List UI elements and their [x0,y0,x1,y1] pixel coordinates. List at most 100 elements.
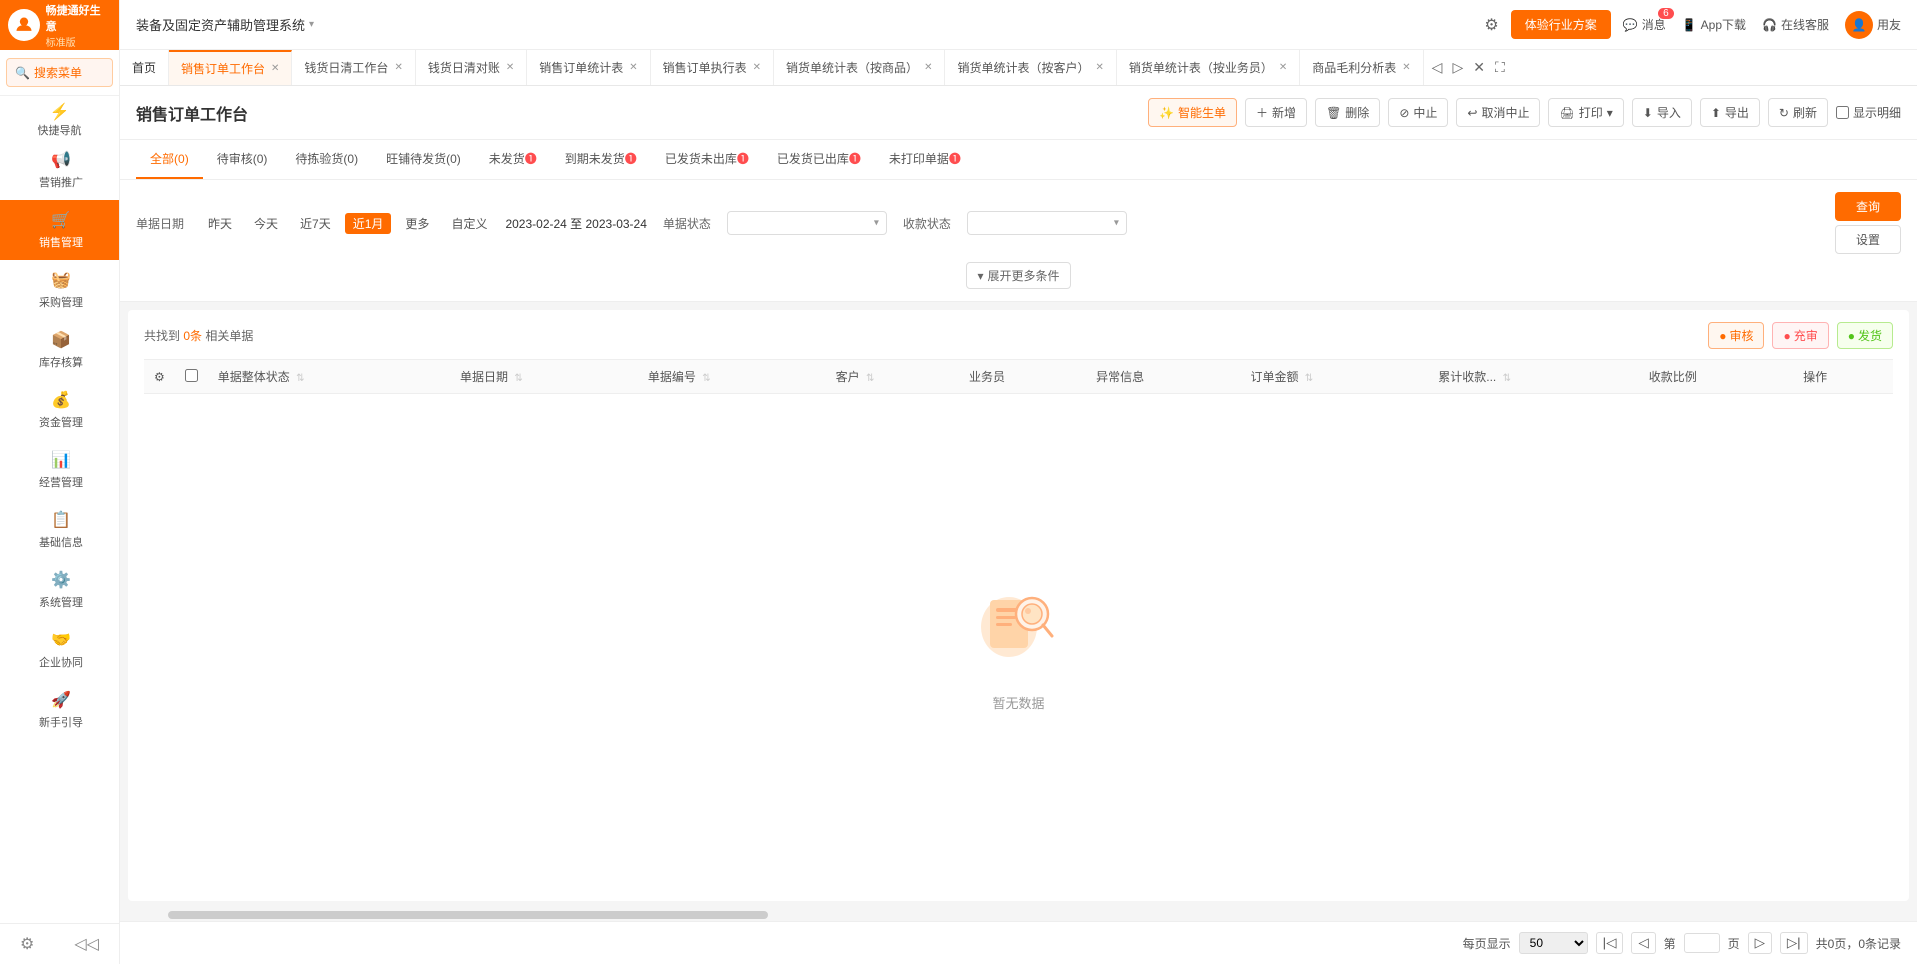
query-btn[interactable]: 查询 [1835,192,1901,221]
import-label: 导入 [1657,104,1681,121]
message-btn[interactable]: 💬 消息 6 [1623,16,1666,33]
sidebar-item-system[interactable]: ⚙️ 系统管理 [0,560,119,620]
show-detail-checkbox[interactable] [1836,106,1849,119]
import-btn[interactable]: ⬇ 导入 [1632,98,1692,127]
settings-icon[interactable]: ⚙ [1484,15,1498,35]
sidebar-item-basic[interactable]: 📋 基础信息 [0,500,119,560]
online-service-btn[interactable]: 🎧 在线客服 [1762,16,1829,33]
revoke-btn[interactable]: ● 充审 [1772,322,1828,349]
refresh-btn[interactable]: ↻ 刷新 [1768,98,1828,127]
col-customer[interactable]: 客户 ⇅ [826,360,959,394]
tab-close-cash-daily[interactable]: ✕ [394,62,402,73]
last-page-btn[interactable]: ▷| [1780,932,1808,954]
tab-next-btn[interactable]: ▷ [1448,57,1467,78]
audit-btn[interactable]: ● 审核 [1708,322,1764,349]
col-number[interactable]: 单据编号 ⇅ [638,360,826,394]
subtab-wangpu-pending[interactable]: 旺铺待发货(0) [372,140,475,179]
sort-collected-icon: ⇅ [1503,373,1511,384]
tab-fullscreen-btn[interactable]: ⛶ [1491,57,1509,78]
tab-close-sales-workbench[interactable]: ✕ [271,63,279,74]
tab-sales-stats[interactable]: 销售订单统计表 ✕ [527,50,650,85]
per-page-select[interactable]: 50 100 200 [1519,932,1588,954]
sidebar-settings-btn[interactable]: ⚙ [20,934,34,954]
date-btn-today[interactable]: 今天 [246,213,286,234]
tab-close-sales-sum-product[interactable]: ✕ [924,62,932,73]
sidebar-item-marketing[interactable]: 📢 营销推广 [0,140,119,200]
col-amount[interactable]: 订单金额 ⇅ [1240,360,1428,394]
tab-sales-sum-product[interactable]: 销货单统计表（按商品） ✕ [774,50,945,85]
col-collected[interactable]: 累计收款... ⇅ [1428,360,1638,394]
first-page-btn[interactable]: |◁ [1596,932,1624,954]
col-date[interactable]: 单据日期 ⇅ [450,360,638,394]
cancel-stop-btn[interactable]: ↩ 取消中止 [1456,98,1540,127]
sidebar-collapse-btn[interactable]: ◁◁ [74,934,99,954]
date-btn-7days[interactable]: 近7天 [292,213,339,234]
tab-sales-workbench[interactable]: 销售订单工作台 ✕ [169,50,292,85]
subtab-not-printed[interactable]: 未打印单据❶ [875,140,975,179]
scrollbar-thumb[interactable] [168,911,768,919]
tab-close-sales-stats[interactable]: ✕ [629,62,637,73]
tab-home[interactable]: 首页 [120,50,169,85]
sidebar-item-inventory[interactable]: 📦 库存核算 [0,320,119,380]
status-select[interactable] [727,211,887,235]
collect-select[interactable] [967,211,1127,235]
sidebar-item-sales[interactable]: 🛒 销售管理 [0,200,119,260]
tab-sales-sum-customer[interactable]: 销货单统计表（按客户） ✕ [945,50,1116,85]
date-btn-more[interactable]: 更多 [397,213,437,234]
col-status[interactable]: 单据整体状态 ⇅ [208,360,450,394]
page-input[interactable]: 1 [1684,933,1720,953]
subtab-overdue-not-shipped[interactable]: 到期未发货❶ [551,140,651,179]
add-btn[interactable]: ＋ 新增 [1245,98,1307,127]
subtab-pending-check[interactable]: 待拣验货(0) [281,140,372,179]
sidebar-item-operation[interactable]: 📊 经营管理 [0,440,119,500]
filter-settings-btn[interactable]: 设置 [1835,225,1901,254]
sidebar-item-finance[interactable]: 💰 资金管理 [0,380,119,440]
delete-btn[interactable]: 🗑 删除 [1315,98,1380,127]
show-detail-label[interactable]: 显示明细 [1836,104,1901,121]
date-btn-yesterday[interactable]: 昨天 [200,213,240,234]
tab-sales-exec-label: 销售订单执行表 [663,59,747,76]
tab-prev-btn[interactable]: ◁ [1428,57,1447,78]
search-menu-button[interactable]: 🔍 搜索菜单 [6,58,113,87]
subtab-all[interactable]: 全部(0) [136,140,203,179]
col-settings[interactable]: ⚙ [144,360,175,394]
subtab-shipped-not-out[interactable]: 已发货未出库❶ [651,140,763,179]
date-btn-custom[interactable]: 自定义 [443,213,495,234]
tab-close-sales-sum-customer[interactable]: ✕ [1095,62,1103,73]
app-download-btn[interactable]: 📱 App下载 [1682,16,1746,33]
smart-generate-btn[interactable]: ✨ 智能生单 [1148,98,1237,127]
tab-close-gross-margin[interactable]: ✕ [1402,62,1410,73]
tab-close-sales-sum-staff[interactable]: ✕ [1279,62,1287,73]
sidebar-item-guide[interactable]: 🚀 新手引导 [0,680,119,740]
subtab-shipped-out[interactable]: 已发货已出库❶ [763,140,875,179]
prev-page-btn[interactable]: ◁ [1631,932,1655,954]
industry-btn[interactable]: 体验行业方案 [1511,10,1611,39]
subtab-pending-review[interactable]: 待审核(0) [203,140,282,179]
tab-cash-reconcile[interactable]: 钱货日清对账 ✕ [416,50,527,85]
sidebar-item-coop[interactable]: 🤝 企业协同 [0,620,119,680]
col-collect-ratio[interactable]: 收款比例 [1639,360,1793,394]
export-btn[interactable]: ⬆ 导出 [1700,98,1760,127]
tab-close-all-btn[interactable]: ✕ [1469,57,1489,78]
tab-gross-margin[interactable]: 商品毛利分析表 ✕ [1300,50,1423,85]
horizontal-scrollbar[interactable] [128,909,1909,921]
quick-nav-item[interactable]: ⚡ 快捷导航 [0,96,119,140]
tab-sales-sum-staff[interactable]: 销货单统计表（按业务员） ✕ [1117,50,1300,85]
system-title-dropdown[interactable]: 装备及固定资产辅助管理系统 ▾ [136,15,314,34]
print-btn[interactable]: 🖨 打印 ▾ [1548,98,1623,127]
ship-btn[interactable]: ● 发货 [1837,322,1893,349]
tab-cash-daily[interactable]: 钱货日清工作台 ✕ [292,50,415,85]
tab-close-cash-reconcile[interactable]: ✕ [506,62,514,73]
subtab-not-shipped[interactable]: 未发货❶ [475,140,551,179]
user-section[interactable]: 👤 用友 [1845,11,1901,39]
stop-btn[interactable]: ⊘ 中止 [1388,98,1448,127]
date-btn-1month[interactable]: 近1月 [345,213,392,234]
expand-filter-btn[interactable]: ▾ 展开更多条件 [966,262,1070,289]
next-page-btn[interactable]: ▷ [1748,932,1772,954]
sidebar-item-purchase[interactable]: 🧺 采购管理 [0,260,119,320]
select-all-checkbox[interactable] [185,369,198,382]
tab-close-sales-exec[interactable]: ✕ [753,62,761,73]
col-staff[interactable]: 业务员 [959,360,1086,394]
col-exception[interactable]: 异常信息 [1086,360,1240,394]
tab-sales-exec[interactable]: 销售订单执行表 ✕ [651,50,774,85]
